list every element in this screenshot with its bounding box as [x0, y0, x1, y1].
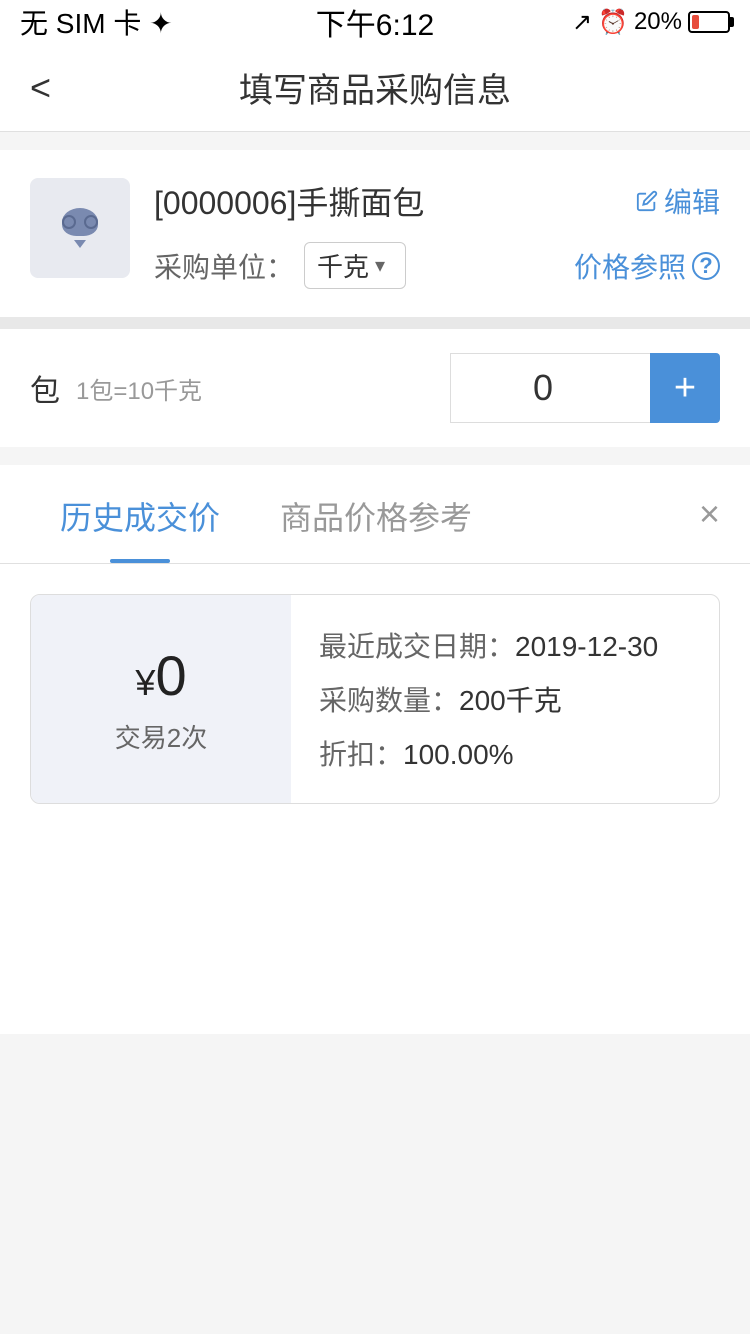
tab-history-price[interactable]: 历史成交价: [30, 465, 250, 563]
transaction-card: ¥0 交易2次 最近成交日期：2019-12-30 采购数量：200千克 折扣：…: [30, 594, 720, 804]
transaction-price: ¥0: [135, 643, 186, 708]
quantity-unit-ratio: 1包=10千克: [76, 371, 202, 406]
tabs-section: 历史成交价 商品价格参考 × ¥0 交易2次 最近成交日期：2019-12-30…: [0, 465, 750, 834]
bottom-space: [0, 834, 750, 1034]
product-details: [0000006]手撕面包 编辑 采购单位： 千克 ▾: [154, 178, 720, 289]
battery-percent: 20%: [634, 8, 682, 36]
edit-button[interactable]: 编辑: [636, 181, 720, 221]
price-reference-button[interactable]: 价格参照 ?: [574, 246, 720, 286]
discount-value: 100.00%: [403, 739, 514, 770]
product-name: [0000006]手撕面包: [154, 178, 424, 224]
status-time: 下午6:12: [316, 0, 434, 44]
unit-label: 采购单位： 千克 ▾: [154, 242, 406, 289]
nav-bar: < 填写商品采购信息: [0, 44, 750, 132]
tab-product-price[interactable]: 商品价格参考: [250, 465, 502, 563]
discount-row: 折扣：100.00%: [319, 733, 691, 773]
transaction-content: ¥0 交易2次 最近成交日期：2019-12-30 采购数量：200千克 折扣：…: [0, 564, 750, 834]
product-logo: [62, 208, 98, 248]
product-thumbnail: [30, 178, 130, 278]
quantity-input-group: +: [450, 353, 720, 423]
quantity-unit-icon: 包: [30, 366, 60, 410]
quantity-unit-info: 包 1包=10千克: [30, 366, 202, 410]
transaction-price-panel: ¥0 交易2次: [31, 595, 291, 803]
purchase-quantity-row: 采购数量：200千克: [319, 679, 691, 719]
recent-date-label: 最近成交日期：: [319, 631, 515, 662]
recent-date-value: 2019-12-30: [515, 631, 658, 662]
purchase-quantity-value: 200千克: [459, 685, 562, 716]
transaction-detail-panel: 最近成交日期：2019-12-30 采购数量：200千克 折扣：100.00%: [291, 595, 719, 803]
quantity-plus-button[interactable]: +: [650, 353, 720, 423]
plus-icon: +: [674, 369, 696, 407]
quantity-row: 包 1包=10千克 +: [0, 329, 750, 447]
tabs-header: 历史成交价 商品价格参考 ×: [0, 465, 750, 564]
chevron-down-icon: ▾: [375, 253, 385, 278]
section-divider: [0, 317, 750, 329]
unit-select-dropdown[interactable]: 千克 ▾: [304, 242, 406, 289]
tab-close-button[interactable]: ×: [699, 493, 720, 535]
back-button[interactable]: <: [30, 67, 51, 109]
product-card: [0000006]手撕面包 编辑 采购单位： 千克 ▾: [0, 150, 750, 317]
page-title: 填写商品采购信息: [239, 63, 511, 112]
quantity-input[interactable]: [450, 353, 650, 423]
help-icon: ?: [692, 252, 720, 280]
currency-symbol: ¥: [135, 662, 155, 703]
location-icon: ↗: [572, 8, 592, 37]
status-bar: 无 SIM 卡 ✦ 下午6:12 ↗ ⏰ 20%: [0, 0, 750, 44]
status-right-group: ↗ ⏰ 20%: [572, 8, 730, 37]
status-signal: 无 SIM 卡 ✦: [20, 2, 173, 42]
discount-label: 折扣：: [319, 739, 403, 770]
transaction-count: 交易2次: [115, 718, 207, 755]
tab-active-indicator: [110, 559, 170, 563]
purchase-quantity-label: 采购数量：: [319, 685, 459, 716]
recent-date-row: 最近成交日期：2019-12-30: [319, 625, 691, 665]
alarm-icon: ⏰: [598, 8, 628, 37]
battery-icon: [688, 11, 730, 33]
